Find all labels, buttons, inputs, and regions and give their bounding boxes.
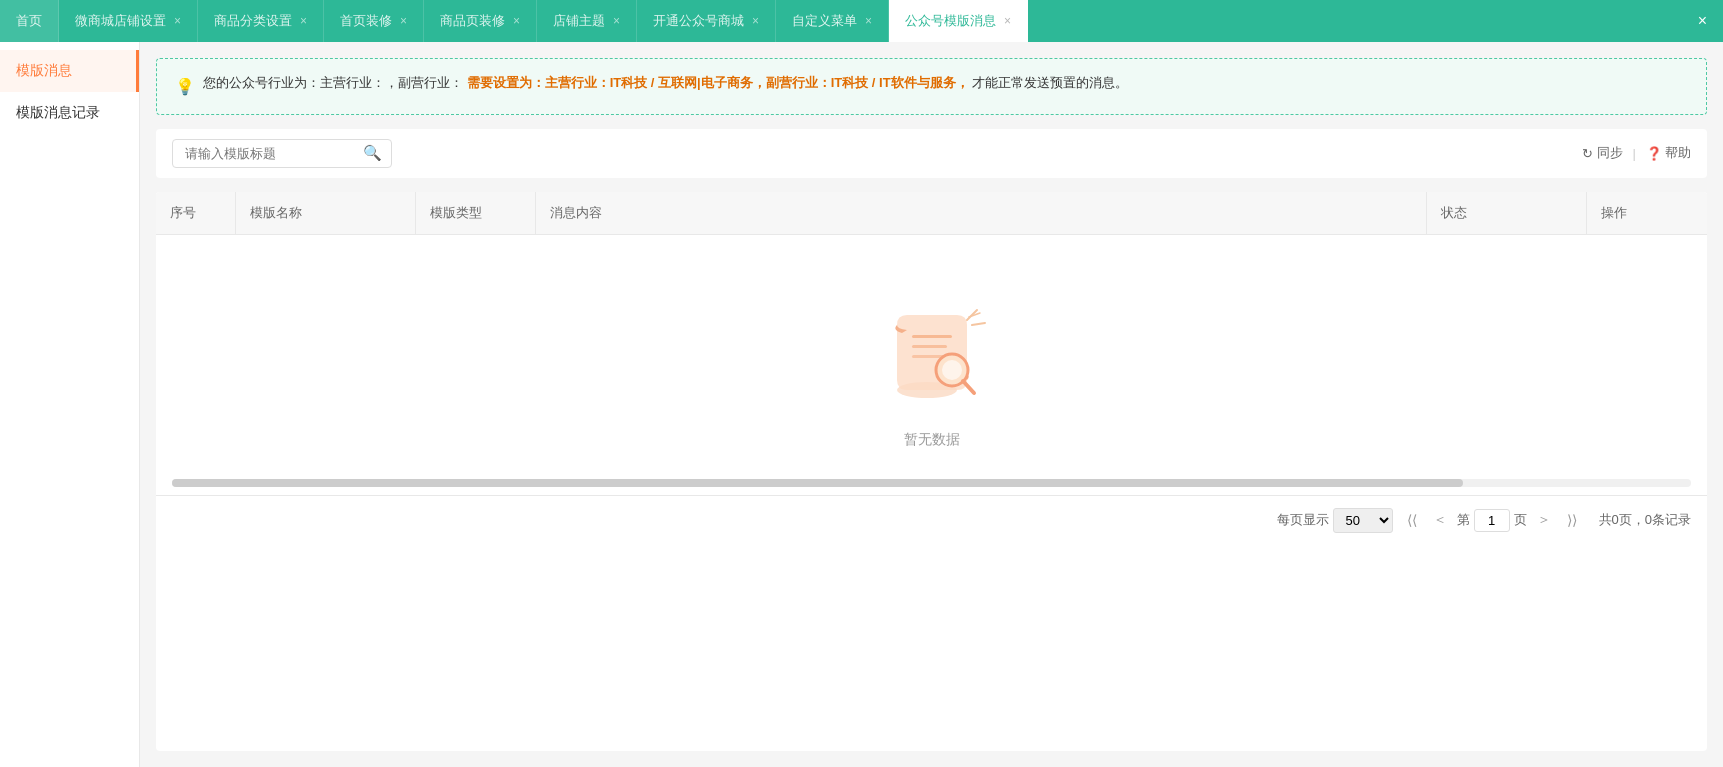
- th-index: 序号: [156, 192, 236, 234]
- sidebar-item-template[interactable]: 模版消息: [0, 50, 139, 92]
- sync-icon: ↻: [1582, 146, 1593, 161]
- tab-close-theme[interactable]: ×: [613, 14, 620, 28]
- empty-text: 暂无数据: [904, 431, 960, 449]
- tab-weshop[interactable]: 微商城店铺设置×: [59, 0, 198, 42]
- search-input[interactable]: [172, 139, 392, 168]
- search-input-wrap: 🔍: [172, 139, 392, 168]
- sync-label: 同步: [1597, 144, 1623, 162]
- help-label: 帮助: [1665, 144, 1691, 162]
- search-left: 🔍: [172, 139, 392, 168]
- tab-close-templatemsg[interactable]: ×: [1004, 14, 1011, 28]
- page-input[interactable]: [1474, 509, 1510, 532]
- tab-bar-close[interactable]: ×: [1682, 12, 1723, 30]
- table-header: 序号模版名称模版类型消息内容状态操作: [156, 192, 1707, 235]
- scroll-track[interactable]: [172, 479, 1691, 487]
- notice-box: 💡 您的公众号行业为：主营行业：，副营行业： 需要设置为：主营行业：IT科技 /…: [156, 58, 1707, 115]
- notice-prefix: 您的公众号行业为：主营行业：，副营行业：: [203, 75, 463, 90]
- svg-rect-2: [912, 345, 947, 348]
- tab-homepage[interactable]: 首页装修×: [324, 0, 424, 42]
- tab-custommenu[interactable]: 自定义菜单×: [776, 0, 889, 42]
- th-content: 消息内容: [536, 192, 1427, 234]
- tab-home[interactable]: 首页: [0, 0, 59, 42]
- first-page-button[interactable]: ⟨⟨: [1401, 510, 1423, 530]
- sidebar: 模版消息模版消息记录: [0, 42, 140, 767]
- page-total: 共0页，0条记录: [1599, 511, 1691, 529]
- content-area: 💡 您的公众号行业为：主营行业：，副营行业： 需要设置为：主营行业：IT科技 /…: [140, 42, 1723, 767]
- tab-category[interactable]: 商品分类设置×: [198, 0, 324, 42]
- th-type: 模版类型: [416, 192, 536, 234]
- search-icon[interactable]: 🔍: [363, 144, 382, 162]
- page-size-dropdown[interactable]: 50 10 20 100: [1333, 508, 1393, 533]
- svg-line-8: [972, 323, 985, 325]
- notice-suffix: 才能正常发送预置的消息。: [972, 75, 1128, 90]
- help-button[interactable]: ❓ 帮助: [1646, 144, 1691, 162]
- next-page-button[interactable]: ＞: [1531, 509, 1557, 531]
- page-label: 第: [1457, 511, 1470, 529]
- tab-close-category[interactable]: ×: [300, 14, 307, 28]
- empty-state: 暂无数据: [156, 235, 1707, 479]
- sync-button[interactable]: ↻ 同步: [1582, 144, 1623, 162]
- pagination-bar: 每页显示 50 10 20 100 ⟨⟨ ＜ 第 页 ＞ ⟩⟩: [156, 495, 1707, 545]
- notice-highlight: 需要设置为：主营行业：IT科技 / 互联网|电子商务，副营行业：IT科技 / I…: [467, 75, 969, 90]
- prev-page-button[interactable]: ＜: [1427, 509, 1453, 531]
- tab-productpage[interactable]: 商品页装修×: [424, 0, 537, 42]
- last-page-button[interactable]: ⟩⟩: [1561, 510, 1583, 530]
- page-unit-label: 页: [1514, 511, 1527, 529]
- tab-close-weshop[interactable]: ×: [174, 14, 181, 28]
- main-layout: 模版消息模版消息记录 💡 您的公众号行业为：主营行业：，副营行业： 需要设置为：…: [0, 42, 1723, 767]
- page-nav: ⟨⟨ ＜ 第 页 ＞ ⟩⟩: [1401, 509, 1583, 532]
- divider: |: [1633, 146, 1636, 161]
- scroll-thumb[interactable]: [172, 479, 1463, 487]
- notice-text: 您的公众号行业为：主营行业：，副营行业： 需要设置为：主营行业：IT科技 / 互…: [203, 73, 1128, 94]
- tab-close-productpage[interactable]: ×: [513, 14, 520, 28]
- page-size-select: 每页显示 50 10 20 100: [1277, 508, 1393, 533]
- search-bar: 🔍 ↻ 同步 | ❓ 帮助: [156, 129, 1707, 178]
- empty-illustration: [872, 295, 992, 415]
- tab-opencity[interactable]: 开通公众号商城×: [637, 0, 776, 42]
- page-size-label: 每页显示: [1277, 511, 1329, 529]
- tab-templatemsg[interactable]: 公众号模版消息×: [889, 0, 1028, 42]
- table-wrap: 序号模版名称模版类型消息内容状态操作: [156, 192, 1707, 751]
- sidebar-item-record[interactable]: 模版消息记录: [0, 92, 139, 134]
- notice-icon: 💡: [175, 74, 195, 100]
- tab-bar: 首页微商城店铺设置×商品分类设置×首页装修×商品页装修×店铺主题×开通公众号商城…: [0, 0, 1723, 42]
- th-name: 模版名称: [236, 192, 416, 234]
- tab-close-custommenu[interactable]: ×: [865, 14, 872, 28]
- th-action: 操作: [1587, 192, 1707, 234]
- svg-point-5: [942, 360, 962, 380]
- svg-rect-1: [912, 335, 952, 338]
- search-right: ↻ 同步 | ❓ 帮助: [1582, 144, 1691, 162]
- tab-theme[interactable]: 店铺主题×: [537, 0, 637, 42]
- tab-close-homepage[interactable]: ×: [400, 14, 407, 28]
- help-icon: ❓: [1646, 146, 1662, 161]
- th-status: 状态: [1427, 192, 1587, 234]
- tab-close-opencity[interactable]: ×: [752, 14, 759, 28]
